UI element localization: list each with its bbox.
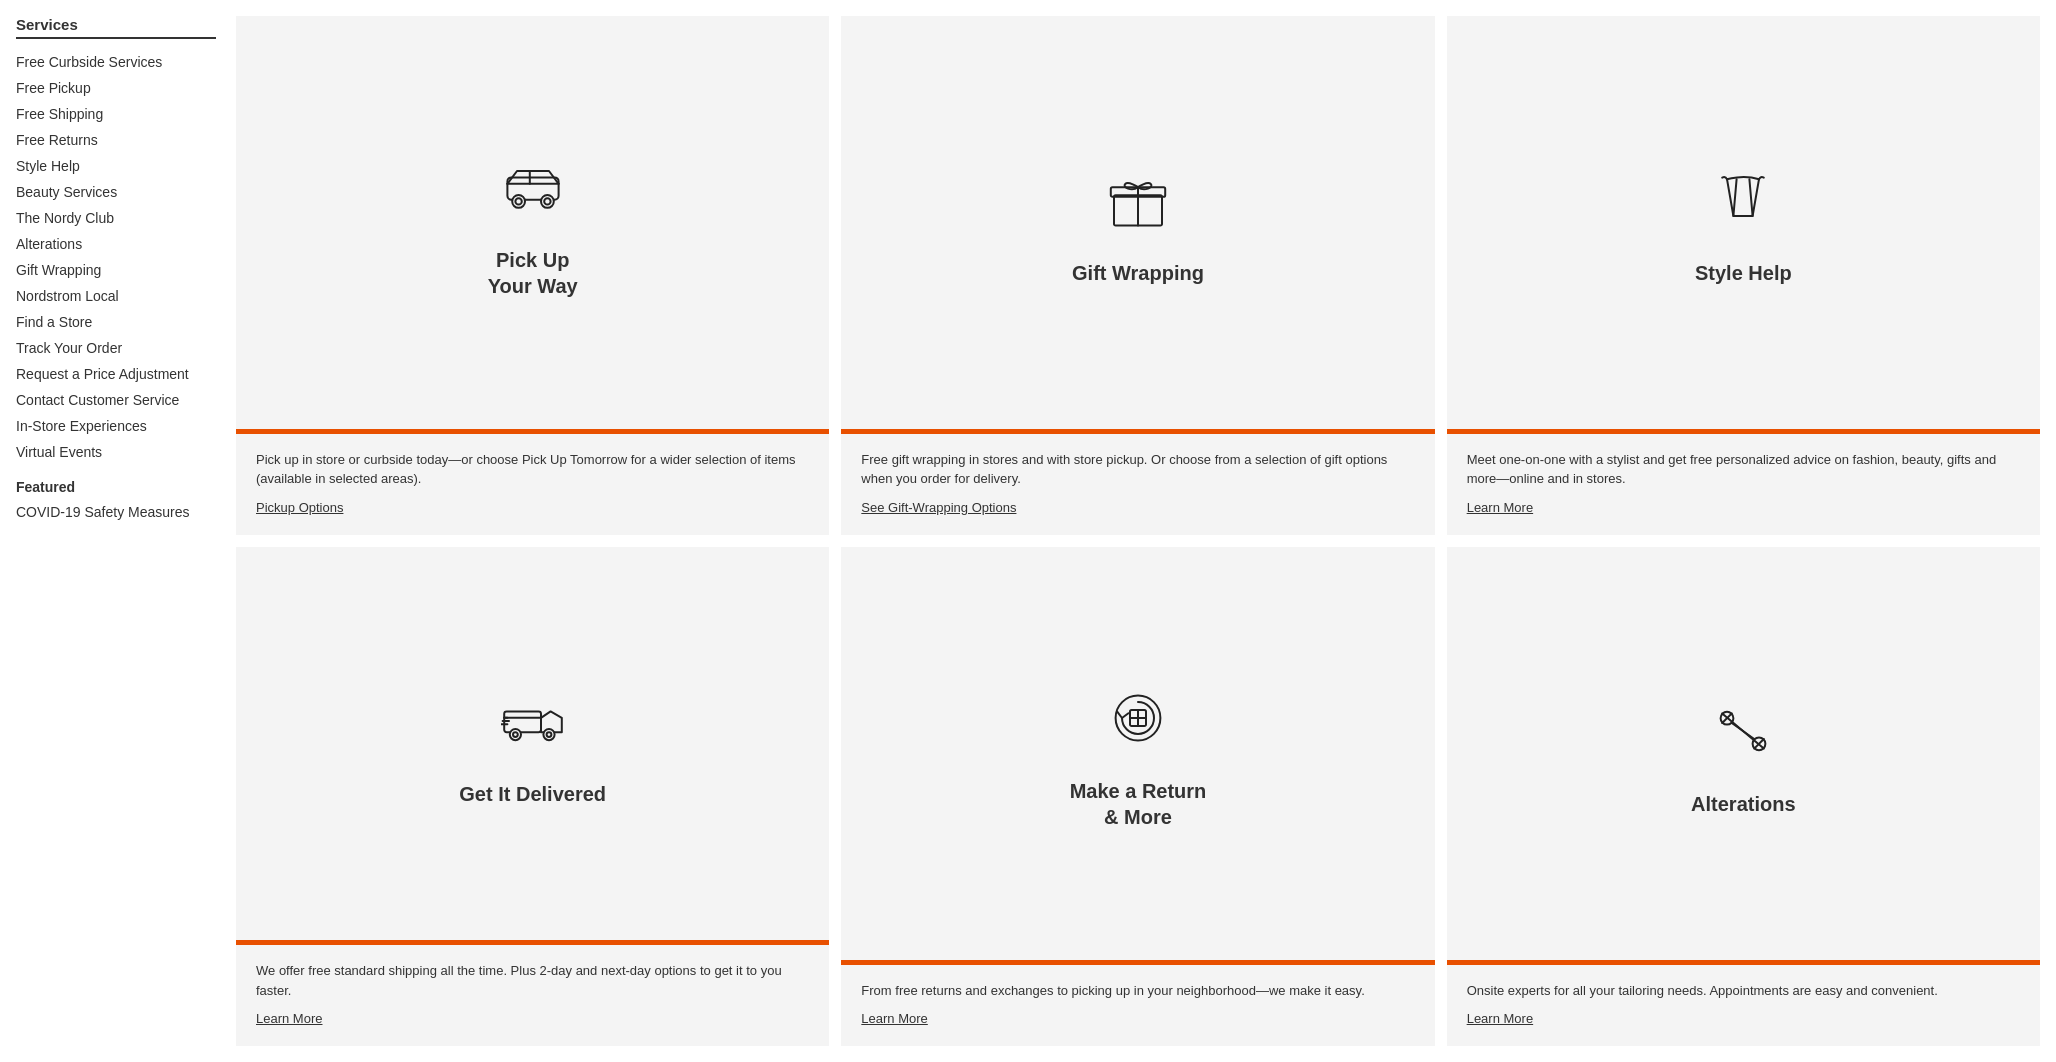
card-returns: Make a Return& More From free returns an… <box>841 547 1434 1046</box>
svg-point-3 <box>541 195 554 208</box>
card-description: We offer free standard shipping all the … <box>256 961 809 1000</box>
sidebar-featured-item[interactable]: COVID-19 Safety Measures <box>16 499 216 525</box>
card-bottom: Meet one-on-one with a stylist and get f… <box>1447 434 2040 535</box>
alterations-icon <box>1711 699 1775 771</box>
svg-point-14 <box>509 729 520 740</box>
svg-line-28 <box>1723 714 1765 749</box>
svg-line-10 <box>1734 180 1737 217</box>
main-content: Pick UpYour Way Pick up in store or curb… <box>236 16 2040 1046</box>
card-description: Onsite experts for all your tailoring ne… <box>1467 981 2020 1001</box>
sidebar-item[interactable]: In-Store Experiences <box>16 413 216 439</box>
svg-point-16 <box>543 729 554 740</box>
card-bottom: Onsite experts for all your tailoring ne… <box>1447 965 2040 1047</box>
sidebar-item[interactable]: Track Your Order <box>16 335 216 361</box>
card-description: Meet one-on-one with a stylist and get f… <box>1467 450 2020 489</box>
sidebar-item[interactable]: Request a Price Adjustment <box>16 361 216 387</box>
card-top: Get It Delivered <box>236 547 829 940</box>
card-link-returns[interactable]: Learn More <box>861 1011 927 1026</box>
sidebar-item[interactable]: Find a Store <box>16 309 216 335</box>
card-description: From free returns and exchanges to picki… <box>861 981 1414 1001</box>
sidebar-item[interactable]: Contact Customer Service <box>16 387 216 413</box>
sidebar-item[interactable]: Style Help <box>16 153 216 179</box>
style-help-icon <box>1711 168 1775 240</box>
card-bottom: From free returns and exchanges to picki… <box>841 965 1434 1047</box>
card-top: Make a Return& More <box>841 547 1434 960</box>
sidebar-item[interactable]: Virtual Events <box>16 439 216 465</box>
sidebar-featured-items: COVID-19 Safety Measures <box>16 499 216 525</box>
card-description: Free gift wrapping in stores and with st… <box>861 450 1414 489</box>
sidebar-item[interactable]: Free Returns <box>16 127 216 153</box>
card-title: Alterations <box>1691 791 1795 817</box>
card-alterations: Alterations Onsite experts for all your … <box>1447 547 2040 1046</box>
card-bottom: We offer free standard shipping all the … <box>236 945 829 1046</box>
card-bottom: Free gift wrapping in stores and with st… <box>841 434 1434 535</box>
sidebar-item[interactable]: Alterations <box>16 231 216 257</box>
pickup-icon <box>501 155 565 227</box>
card-title: Make a Return& More <box>1070 778 1207 830</box>
card-top: Alterations <box>1447 547 2040 960</box>
card-title: Style Help <box>1695 260 1792 286</box>
sidebar-item[interactable]: Nordstrom Local <box>16 283 216 309</box>
sidebar-item[interactable]: Free Curbside Services <box>16 49 216 75</box>
card-link-style-help[interactable]: Learn More <box>1467 500 1533 515</box>
sidebar: Services Free Curbside ServicesFree Pick… <box>16 16 236 1046</box>
svg-rect-12 <box>504 712 541 733</box>
card-delivery: Get It Delivered We offer free standard … <box>236 547 829 1046</box>
card-top: Gift Wrapping <box>841 16 1434 429</box>
gift-wrapping-icon <box>1106 168 1170 240</box>
sidebar-item[interactable]: Beauty Services <box>16 179 216 205</box>
card-description: Pick up in store or curbside today—or ch… <box>256 450 809 489</box>
svg-point-1 <box>512 195 525 208</box>
sidebar-title: Services <box>16 16 216 39</box>
card-gift-wrapping: Gift Wrapping Free gift wrapping in stor… <box>841 16 1434 535</box>
card-link-gift-wrapping[interactable]: See Gift-Wrapping Options <box>861 500 1016 515</box>
sidebar-item[interactable]: Free Pickup <box>16 75 216 101</box>
card-link-delivery[interactable]: Learn More <box>256 1011 322 1026</box>
sidebar-nav-items: Free Curbside ServicesFree PickupFree Sh… <box>16 49 216 465</box>
page-wrapper: Services Free Curbside ServicesFree Pick… <box>0 0 2056 1062</box>
card-style-help: Style Help Meet one-on-one with a stylis… <box>1447 16 2040 535</box>
card-title: Gift Wrapping <box>1072 260 1204 286</box>
delivery-icon <box>501 689 565 761</box>
card-link-pickup[interactable]: Pickup Options <box>256 500 343 515</box>
svg-line-11 <box>1750 180 1753 217</box>
card-pickup: Pick UpYour Way Pick up in store or curb… <box>236 16 829 535</box>
card-top: Pick UpYour Way <box>236 16 829 429</box>
card-title: Pick UpYour Way <box>488 247 578 299</box>
sidebar-featured-title: Featured <box>16 479 216 495</box>
card-bottom: Pick up in store or curbside today—or ch… <box>236 434 829 535</box>
sidebar-item[interactable]: Gift Wrapping <box>16 257 216 283</box>
returns-icon <box>1106 686 1170 758</box>
card-title: Get It Delivered <box>459 781 606 807</box>
card-link-alterations[interactable]: Learn More <box>1467 1011 1533 1026</box>
sidebar-item[interactable]: The Nordy Club <box>16 205 216 231</box>
sidebar-item[interactable]: Free Shipping <box>16 101 216 127</box>
card-top: Style Help <box>1447 16 2040 429</box>
